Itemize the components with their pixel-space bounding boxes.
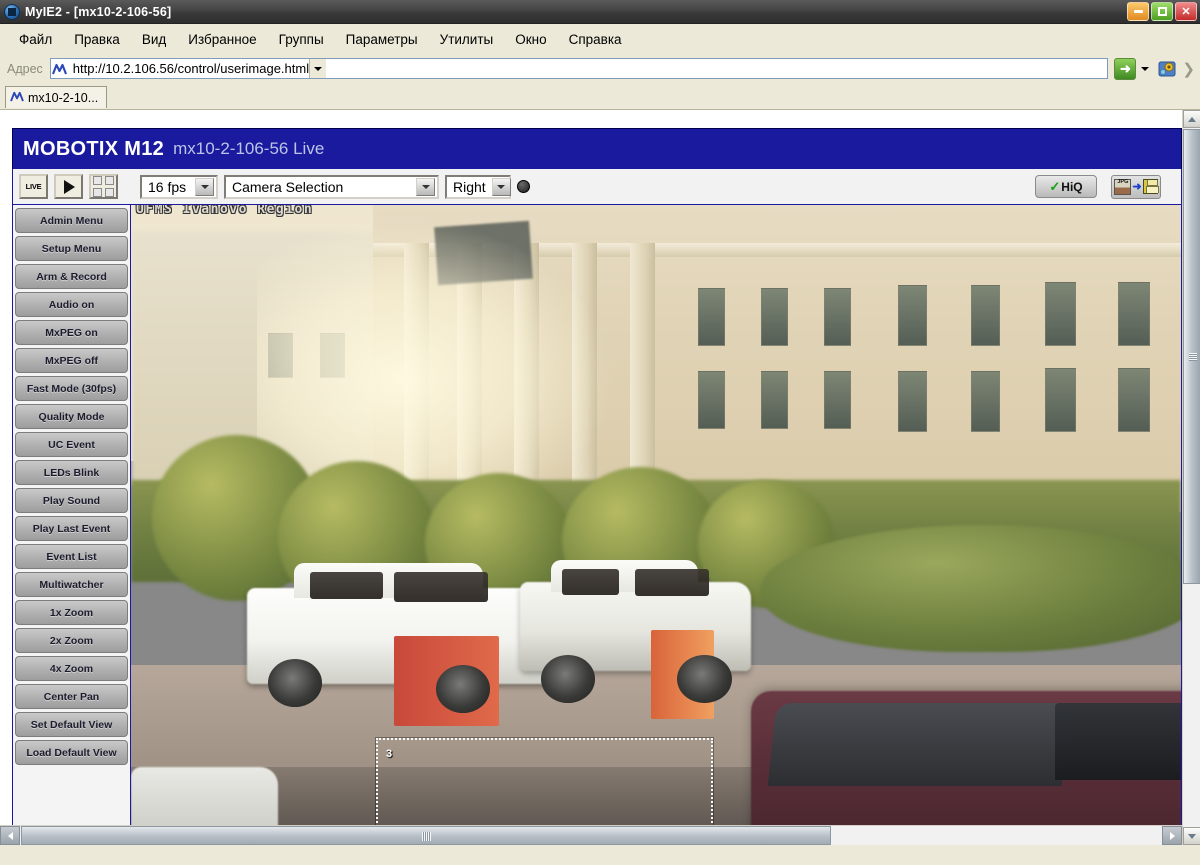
- sidebar-item-4x-zoom[interactable]: 4x Zoom: [15, 656, 128, 681]
- mobotix-header: MOBOTIX M12 mx10-2-106-56 Live: [12, 128, 1182, 169]
- sidebar-item-multiwatcher[interactable]: Multiwatcher: [15, 572, 128, 597]
- toolbar-overflow-icon[interactable]: ❯: [1180, 60, 1200, 78]
- menu-item-window[interactable]: Окно: [504, 29, 557, 50]
- menu-item-file[interactable]: Файл: [8, 29, 63, 50]
- sidebar-item-arm-record[interactable]: Arm & Record: [15, 264, 128, 289]
- camera-overlay-text: UFMS Ivanovo Region: [136, 205, 314, 217]
- address-dropdown-icon[interactable]: [309, 59, 327, 78]
- mobotix-page: MOBOTIX M12 mx10-2-106-56 Live LIVE 16 f…: [12, 128, 1182, 845]
- sidebar-item-set-default-view[interactable]: Set Default View: [15, 712, 128, 737]
- check-icon: ✓: [1049, 178, 1061, 194]
- chevron-up-icon[interactable]: [1183, 110, 1200, 128]
- chevron-down-icon[interactable]: [195, 177, 214, 196]
- chevron-right-icon[interactable]: [1162, 826, 1182, 845]
- go-arrow-icon[interactable]: ➜: [1114, 57, 1137, 80]
- myie2-icon: [4, 3, 20, 20]
- chevron-down-icon[interactable]: [491, 177, 511, 196]
- address-bar: Адрес http://10.2.106.56/control/userima…: [0, 54, 1200, 83]
- round-hedge: [761, 524, 1181, 653]
- multiview-grid-icon[interactable]: [89, 174, 118, 199]
- sidebar-item-fast-mode[interactable]: Fast Mode (30fps): [15, 376, 128, 401]
- arrow-right-icon: ➜: [1132, 181, 1142, 193]
- mobotix-brand: MOBOTIX M12: [23, 137, 165, 160]
- sidebar-item-leds-blink[interactable]: LEDs Blink: [15, 460, 128, 485]
- sidebar-item-uc-event[interactable]: UC Event: [15, 432, 128, 457]
- sidebar-item-setup-menu[interactable]: Setup Menu: [15, 236, 128, 261]
- mobotix-icon: [10, 89, 24, 107]
- fps-select[interactable]: 16 fps: [140, 174, 218, 199]
- menu-item-view[interactable]: Вид: [131, 29, 177, 50]
- browser-content: MOBOTIX M12 mx10-2-106-56 Live LIVE 16 f…: [0, 110, 1182, 845]
- settings-icon[interactable]: [1154, 59, 1180, 79]
- window-controls: ✕: [1127, 2, 1200, 21]
- maximize-icon[interactable]: [1151, 2, 1173, 21]
- sidebar-item-2x-zoom[interactable]: 2x Zoom: [15, 628, 128, 653]
- sidebar-item-audio-on[interactable]: Audio on: [15, 292, 128, 317]
- mobotix-sidebar: Admin Menu Setup Menu Arm & Record Audio…: [13, 205, 131, 844]
- selection-rectangle[interactable]: 3: [376, 738, 713, 839]
- chevron-left-icon[interactable]: [0, 826, 20, 845]
- camera-select[interactable]: Camera Selection: [224, 174, 439, 199]
- menu-item-edit[interactable]: Правка: [63, 29, 131, 50]
- menu-item-groups[interactable]: Группы: [268, 29, 335, 50]
- jpg-image-icon: [1114, 178, 1132, 195]
- menu-item-help[interactable]: Справка: [558, 29, 633, 50]
- window-title: MyIE2 - [mx10-2-106-56]: [25, 4, 172, 19]
- horizontal-scrollbar-thumb[interactable]: [21, 826, 831, 845]
- sidebar-item-1x-zoom[interactable]: 1x Zoom: [15, 600, 128, 625]
- side-select[interactable]: Right: [445, 174, 511, 199]
- chevron-down-icon[interactable]: [1183, 827, 1200, 845]
- tab-mx10-2-106-56[interactable]: mx10-2-10...: [5, 86, 108, 108]
- menubar: Файл Правка Вид Избранное Группы Парамет…: [0, 24, 1200, 54]
- selection-rectangle-label: 3: [386, 748, 393, 760]
- mobotix-body: Admin Menu Setup Menu Arm & Record Audio…: [12, 205, 1182, 845]
- chevron-down-icon[interactable]: [416, 177, 435, 196]
- camera-select-value: Camera Selection: [232, 178, 344, 195]
- hiq-button[interactable]: ✓ HiQ: [1035, 175, 1097, 198]
- play-icon[interactable]: [54, 174, 83, 199]
- sidebar-item-center-pan[interactable]: Center Pan: [15, 684, 128, 709]
- sidebar-item-mxpeg-on[interactable]: MxPEG on: [15, 320, 128, 345]
- sidebar-item-play-sound[interactable]: Play Sound: [15, 488, 128, 513]
- side-select-value: Right: [453, 178, 486, 195]
- tab-strip: mx10-2-10...: [0, 83, 1200, 110]
- sun-glow: [257, 217, 614, 512]
- window-titlebar: MyIE2 - [mx10-2-106-56] ✕: [0, 0, 1200, 24]
- tab-label: mx10-2-10...: [28, 90, 99, 105]
- sidebar-item-event-list[interactable]: Event List: [15, 544, 128, 569]
- sidebar-item-play-last-event[interactable]: Play Last Event: [15, 516, 128, 541]
- mobotix-icon: [51, 63, 69, 75]
- menu-item-utilities[interactable]: Утилиты: [429, 29, 505, 50]
- grip-icon: [422, 832, 431, 841]
- vertical-scrollbar[interactable]: [1182, 110, 1200, 845]
- live-button[interactable]: LIVE: [19, 174, 48, 199]
- go-dropdown-icon[interactable]: [1136, 66, 1154, 71]
- fps-value: 16 fps: [148, 178, 187, 195]
- sidebar-item-mxpeg-off[interactable]: MxPEG off: [15, 348, 128, 373]
- menu-item-favorites[interactable]: Избранное: [177, 29, 267, 50]
- vertical-scrollbar-thumb[interactable]: [1183, 129, 1200, 584]
- address-label: Адрес: [7, 61, 43, 76]
- scrollbar-corner: [1182, 845, 1200, 865]
- hiq-label: HiQ: [1061, 179, 1083, 194]
- address-input-wrapper[interactable]: http://10.2.106.56/control/userimage.htm…: [49, 58, 1109, 79]
- camera-image: UFMS Ivanovo Region 3: [131, 205, 1181, 844]
- minimize-icon[interactable]: [1127, 2, 1149, 21]
- horizontal-scrollbar[interactable]: [0, 825, 1182, 845]
- sidebar-item-load-default-view[interactable]: Load Default View: [15, 740, 128, 765]
- menu-item-parameters[interactable]: Параметры: [335, 29, 429, 50]
- record-dot-icon[interactable]: [517, 180, 530, 193]
- floppy-disk-icon: [1142, 179, 1159, 194]
- jpg-save-icon[interactable]: ➜: [1111, 174, 1161, 199]
- sidebar-item-quality-mode[interactable]: Quality Mode: [15, 404, 128, 429]
- address-input[interactable]: http://10.2.106.56/control/userimage.htm…: [69, 61, 309, 76]
- mobotix-subtitle: mx10-2-106-56 Live: [173, 139, 325, 158]
- close-icon[interactable]: ✕: [1175, 2, 1197, 21]
- camera-viewport[interactable]: UFMS Ivanovo Region 3: [131, 205, 1181, 844]
- maroon-side-window: [1055, 703, 1181, 781]
- sidebar-item-admin-menu[interactable]: Admin Menu: [15, 208, 128, 233]
- maroon-windshield: [767, 703, 1070, 787]
- grip-icon: [1189, 352, 1197, 361]
- mobotix-toolbar: LIVE 16 fps Camera Selection Right ✓ HiQ…: [12, 169, 1182, 205]
